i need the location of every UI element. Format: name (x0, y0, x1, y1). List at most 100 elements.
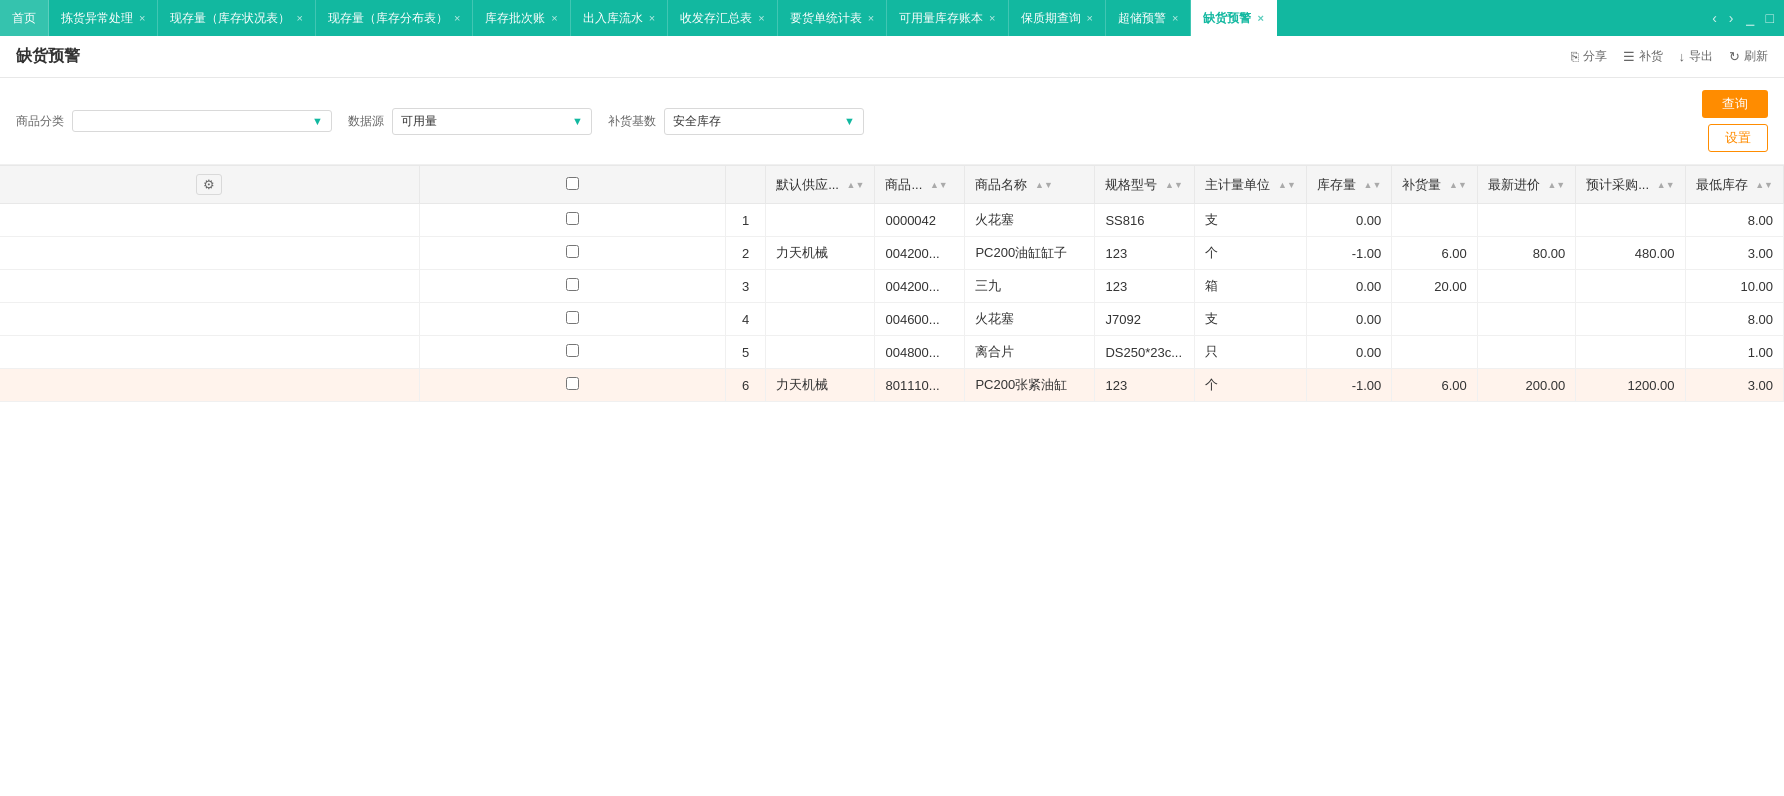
tab-available-ledger-close[interactable]: × (989, 12, 995, 24)
settings-button[interactable]: 设置 (1708, 124, 1768, 152)
category-select[interactable]: ▼ (72, 110, 332, 132)
row-name: PC200张紧油缸 (965, 369, 1095, 402)
col-spec-header[interactable]: 规格型号 ▲▼ (1095, 166, 1195, 204)
col-price-header[interactable]: 最新进价 ▲▼ (1477, 166, 1575, 204)
row-latest-price: 200.00 (1477, 369, 1575, 402)
share-button[interactable]: ⎘ 分享 (1571, 48, 1607, 65)
row-min-stock: 8.00 (1685, 204, 1783, 237)
row-name: PC200油缸缸子 (965, 237, 1095, 270)
col-checkbox-header[interactable] (419, 166, 725, 204)
col-code-header[interactable]: 商品... ▲▼ (875, 166, 965, 204)
row-checkbox-cell[interactable] (419, 204, 725, 237)
tab-receive-summary[interactable]: 收发存汇总表 × (668, 0, 777, 36)
tab-shortage-warning-close[interactable]: × (1257, 12, 1263, 24)
row-gear-cell (0, 237, 419, 270)
tab-inventory-status[interactable]: 现存量（库存状况表） × (158, 0, 315, 36)
tab-inventory-status-close[interactable]: × (296, 12, 302, 24)
category-label: 商品分类 (16, 113, 64, 130)
tab-overstock-warning-close[interactable]: × (1172, 12, 1178, 24)
data-table: ⚙ 默认供应... ▲▼ 商品... ▲▼ 商品名称 (0, 165, 1784, 402)
datasource-value: 可用量 (401, 113, 437, 130)
row-est-purchase: 1200.00 (1576, 369, 1685, 402)
col-stock-header[interactable]: 库存量 ▲▼ (1306, 166, 1391, 204)
row-checkbox-cell[interactable] (419, 303, 725, 336)
tab-scroll-left[interactable]: ‹ (1706, 6, 1723, 30)
row-checkbox[interactable] (566, 278, 579, 291)
export-button[interactable]: ↓ 导出 (1679, 48, 1714, 65)
export-icon: ↓ (1679, 49, 1686, 64)
tab-inventory-dist-close[interactable]: × (454, 12, 460, 24)
replenish-icon: ☰ (1623, 49, 1635, 64)
tab-inout-flow-close[interactable]: × (649, 12, 655, 24)
col-purchase-header[interactable]: 预计采购... ▲▼ (1576, 166, 1685, 204)
row-supplier (766, 303, 875, 336)
select-all-checkbox[interactable] (566, 177, 579, 190)
supplier-sort-icon: ▲▼ (847, 181, 865, 190)
row-checkbox[interactable] (566, 344, 579, 357)
row-code: 004600... (875, 303, 965, 336)
col-min-stock-header[interactable]: 最低库存 ▲▼ (1685, 166, 1783, 204)
purchase-sort-icon: ▲▼ (1657, 181, 1675, 190)
col-replenish-header[interactable]: 补货量 ▲▼ (1392, 166, 1477, 204)
spec-sort-icon: ▲▼ (1165, 181, 1183, 190)
tab-requisition-stat-close[interactable]: × (868, 12, 874, 24)
tab-exception[interactable]: 拣货异常处理 × (49, 0, 158, 36)
row-spec: DS250*23c... (1095, 336, 1195, 369)
row-min-stock: 3.00 (1685, 369, 1783, 402)
replenish-base-select[interactable]: 安全库存 ▼ (664, 108, 864, 135)
col-name-header[interactable]: 商品名称 ▲▼ (965, 166, 1095, 204)
row-checkbox[interactable] (566, 245, 579, 258)
row-checkbox-cell[interactable] (419, 336, 725, 369)
row-checkbox-cell[interactable] (419, 369, 725, 402)
row-checkbox-cell[interactable] (419, 237, 725, 270)
tab-requisition-stat[interactable]: 要货单统计表 × (778, 0, 887, 36)
tab-inventory-dist[interactable]: 现存量（库存分布表） × (316, 0, 473, 36)
row-latest-price (1477, 336, 1575, 369)
replenish-base-label: 补货基数 (608, 113, 656, 130)
stock-sort-icon: ▲▼ (1364, 181, 1382, 190)
tab-shortage-warning[interactable]: 缺货预警 × (1191, 0, 1276, 36)
row-checkbox[interactable] (566, 377, 579, 390)
tab-batch-account-close[interactable]: × (551, 12, 557, 24)
tab-available-ledger[interactable]: 可用量库存账本 × (887, 0, 1008, 36)
replenish-base-chevron-icon: ▼ (844, 115, 855, 127)
row-replenish-qty (1392, 303, 1477, 336)
row-gear-cell (0, 204, 419, 237)
row-name: 离合片 (965, 336, 1095, 369)
row-latest-price: 80.00 (1477, 237, 1575, 270)
row-supplier: 力天机械 (766, 237, 875, 270)
tab-expiry-query-close[interactable]: × (1087, 12, 1093, 24)
gear-settings-button[interactable]: ⚙ (196, 174, 222, 195)
tab-scroll-right[interactable]: › (1723, 6, 1740, 30)
row-latest-price (1477, 270, 1575, 303)
min-stock-sort-icon: ▲▼ (1755, 181, 1773, 190)
tab-overstock-warning[interactable]: 超储预警 × (1106, 0, 1191, 36)
tab-minimize[interactable]: ⎯ (1740, 6, 1760, 30)
row-code: 004200... (875, 270, 965, 303)
code-sort-icon: ▲▼ (930, 181, 948, 190)
row-checkbox-cell[interactable] (419, 270, 725, 303)
tab-exception-close[interactable]: × (139, 12, 145, 24)
tab-maximize[interactable]: □ (1760, 6, 1780, 30)
row-latest-price (1477, 303, 1575, 336)
refresh-button[interactable]: ↻ 刷新 (1729, 48, 1768, 65)
row-spec: 123 (1095, 270, 1195, 303)
tab-batch-account[interactable]: 库存批次账 × (473, 0, 570, 36)
col-gear[interactable]: ⚙ (0, 166, 419, 204)
tab-inout-flow[interactable]: 出入库流水 × (571, 0, 668, 36)
row-checkbox[interactable] (566, 311, 579, 324)
table-row: 6力天机械801110...PC200张紧油缸123个-1.006.00200.… (0, 369, 1784, 402)
replenish-button[interactable]: ☰ 补货 (1623, 48, 1663, 65)
row-spec: SS816 (1095, 204, 1195, 237)
col-unit-header[interactable]: 主计量单位 ▲▼ (1195, 166, 1306, 204)
col-supplier-header[interactable]: 默认供应... ▲▼ (766, 166, 875, 204)
datasource-select[interactable]: 可用量 ▼ (392, 108, 592, 135)
query-button[interactable]: 查询 (1702, 90, 1768, 118)
tab-expiry-query[interactable]: 保质期查询 × (1009, 0, 1106, 36)
tab-receive-summary-close[interactable]: × (758, 12, 764, 24)
row-checkbox[interactable] (566, 212, 579, 225)
tab-home[interactable]: 首页 (0, 0, 49, 36)
table-row: 2力天机械004200...PC200油缸缸子123个-1.006.0080.0… (0, 237, 1784, 270)
row-est-purchase (1576, 204, 1685, 237)
row-spec: 123 (1095, 369, 1195, 402)
